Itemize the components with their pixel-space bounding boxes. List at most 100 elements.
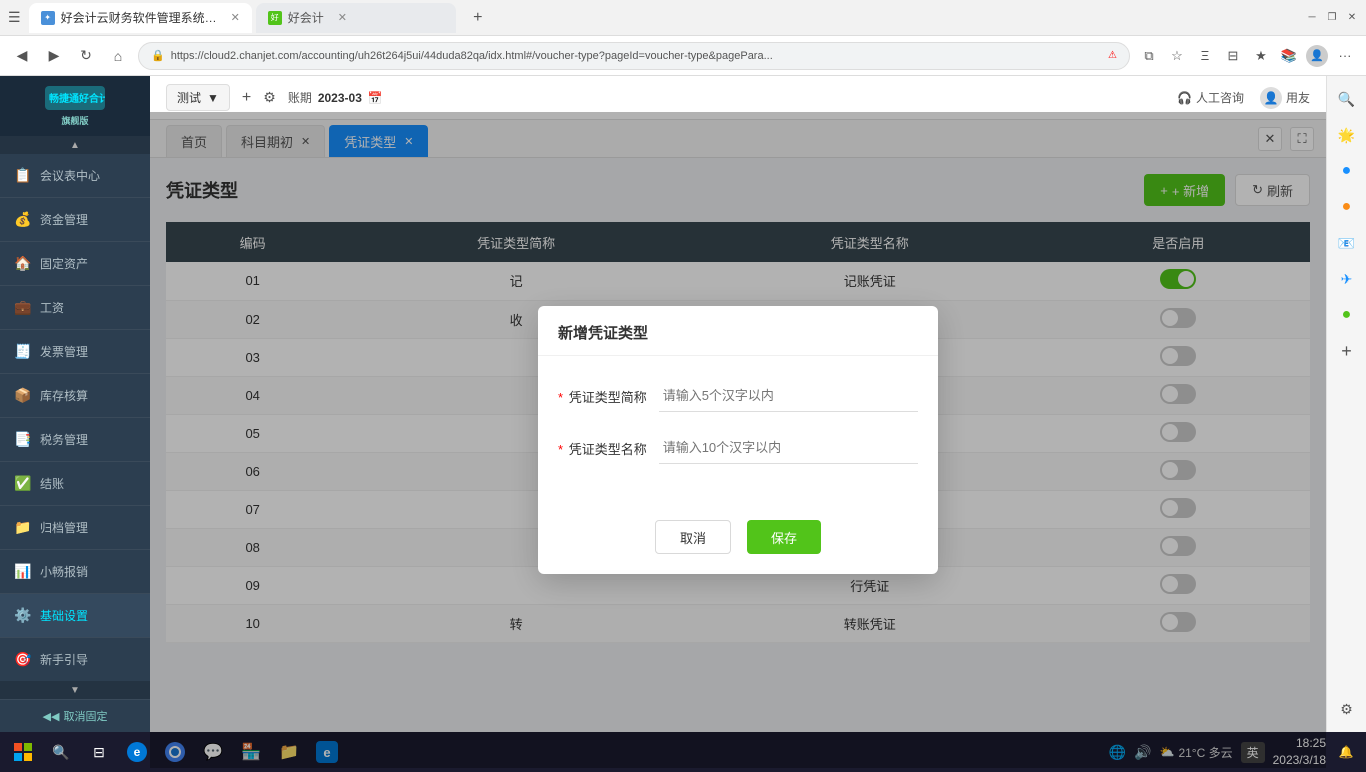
add-company-button[interactable]: + [242, 89, 251, 107]
right-green-icon[interactable]: ● [1332, 300, 1362, 330]
sidebar-item-label-guide: 新手引导 [40, 651, 88, 668]
sidebar-item-checkout[interactable]: ✅ 结账 [0, 462, 150, 506]
voucher-short-name-input[interactable] [659, 380, 918, 412]
required-mark-name: * [558, 442, 563, 457]
assets-icon: 🏠 [14, 255, 32, 273]
sidebar-scroll-down[interactable]: ▼ [0, 681, 150, 699]
minimize-button[interactable]: ─ [1306, 12, 1318, 24]
period-value: 2023-03 [318, 91, 362, 105]
guide-icon: 🎯 [14, 651, 32, 669]
sidebar-item-archive[interactable]: 📁 归档管理 [0, 506, 150, 550]
modal-cancel-button[interactable]: 取消 [655, 520, 731, 554]
required-mark-short: * [558, 390, 563, 405]
calendar-icon[interactable]: 📅 [368, 91, 383, 105]
tax-icon: 📑 [14, 431, 32, 449]
reading-view-icon[interactable]: Ξ [1194, 45, 1216, 67]
reports-icon: 📋 [14, 167, 32, 185]
new-tab-button[interactable]: + [464, 4, 492, 32]
browser-menu-icon[interactable]: ☰ [8, 9, 21, 26]
extensions-icon[interactable]: ⧉ [1138, 45, 1160, 67]
more-menu-icon[interactable]: ··· [1334, 45, 1356, 67]
sidebar-item-label-inventory: 库存核算 [40, 387, 88, 404]
logo-edition: 旗舰版 [61, 114, 88, 127]
collections-icon[interactable]: 📚 [1278, 45, 1300, 67]
right-search-icon[interactable]: 🔍 [1332, 84, 1362, 114]
logo-icon: 畅捷通好合计 [45, 86, 105, 110]
nav-home-button[interactable]: ⌂ [106, 44, 130, 68]
tab-label-1: 好会计 [288, 9, 324, 26]
nav-forward-button[interactable]: ▶ [42, 44, 66, 68]
sidebar-item-salary[interactable]: 💼 工资 [0, 286, 150, 330]
lock-icon: 🔒 [151, 49, 165, 62]
address-text: https://cloud2.chanjet.com/accounting/uh… [171, 50, 773, 62]
cancel-fixed-button[interactable]: ◀◀ 取消固定 [43, 708, 108, 724]
voucher-full-name-input[interactable] [659, 432, 918, 464]
sidebar-item-invoice[interactable]: 🧾 发票管理 [0, 330, 150, 374]
nav-back-button[interactable]: ◀ [10, 44, 34, 68]
restore-button[interactable]: ❐ [1326, 12, 1338, 24]
sidebar-item-funds[interactable]: 💰 资金管理 [0, 198, 150, 242]
tab-close-1[interactable]: ✕ [338, 11, 347, 24]
save-label: 保存 [771, 531, 797, 546]
tab-close-0[interactable]: ✕ [231, 11, 240, 24]
taskbar-search-icon[interactable]: 🔍 [46, 737, 76, 767]
fav-icon[interactable]: ★ [1250, 45, 1272, 67]
sidebar-menu: 📋 会议表中心 💰 资金管理 🏠 固定资产 💼 工资 🧾 发票管理 📦 [0, 154, 150, 681]
modal-body: * 凭证类型简称 * 凭证类型名称 [538, 356, 938, 508]
sidebar-item-label-tax: 税务管理 [40, 431, 88, 448]
bookmark-icon[interactable]: ☆ [1166, 45, 1188, 67]
taskbar-app-edge[interactable]: e [122, 737, 152, 767]
sidebar-item-settings[interactable]: ⚙️ 基础设置 [0, 594, 150, 638]
modal-save-button[interactable]: 保存 [747, 520, 821, 554]
right-star-icon[interactable]: 🌟 [1332, 120, 1362, 150]
form-row-short: * 凭证类型简称 [558, 380, 918, 412]
right-settings-icon[interactable]: ⚙ [1332, 694, 1362, 724]
address-bar: ◀ ▶ ↻ ⌂ 🔒 https://cloud2.chanjet.com/acc… [0, 36, 1366, 76]
taskbar-taskview-icon[interactable]: ⊟ [84, 737, 114, 767]
profile-icon[interactable]: 👤 [1306, 45, 1328, 67]
close-button[interactable]: ✕ [1346, 12, 1358, 24]
form-label-short: * 凭证类型简称 [558, 387, 647, 406]
right-add-icon[interactable]: + [1332, 336, 1362, 366]
modal-overlay: 新增凭证类型 * 凭证类型简称 * 凭证类型名称 取消 [150, 112, 1326, 768]
user-info[interactable]: 👤 用友 [1260, 87, 1310, 109]
top-nav-right: 🎧 人工咨询 👤 用友 [1177, 87, 1310, 109]
sidebar-bottom: ◀◀ 取消固定 [0, 699, 150, 732]
browser-tab-1[interactable]: 好 好会计 ✕ [256, 3, 456, 33]
sidebar-item-label-reports: 会议表中心 [40, 167, 100, 184]
user-avatar-icon: 👤 [1260, 87, 1282, 109]
sidebar-item-inventory[interactable]: 📦 库存核算 [0, 374, 150, 418]
address-input-bar[interactable]: 🔒 https://cloud2.chanjet.com/accounting/… [138, 42, 1130, 70]
sidebar-item-tax[interactable]: 📑 税务管理 [0, 418, 150, 462]
right-send-icon[interactable]: ✈ [1332, 264, 1362, 294]
sidebar-item-label-archive: 归档管理 [40, 519, 88, 536]
sidebar-item-assets[interactable]: 🏠 固定资产 [0, 242, 150, 286]
right-circle-icon[interactable]: ● [1332, 156, 1362, 186]
browser-tab-0[interactable]: ✦ 好会计云财务软件管理系统_会计 ✕ [29, 3, 252, 33]
tab-favicon-0: ✦ [41, 11, 55, 25]
start-button[interactable] [8, 737, 38, 767]
user-name: 用友 [1286, 89, 1310, 106]
split-view-icon[interactable]: ⊟ [1222, 45, 1244, 67]
svg-text:e: e [134, 745, 141, 759]
sidebar-scroll-up[interactable]: ▲ [0, 136, 150, 154]
tab-favicon-1: 好 [268, 11, 282, 25]
taskbar-notification-icon[interactable]: 🔔 [1334, 740, 1358, 764]
company-selector[interactable]: 测试 ▼ [166, 84, 230, 111]
consultation-button[interactable]: 🎧 人工咨询 [1177, 89, 1244, 106]
sidebar-item-label-settings: 基础设置 [40, 607, 88, 624]
right-orange-icon[interactable]: ● [1332, 192, 1362, 222]
settings-icon: ⚙️ [14, 607, 32, 625]
modal-header: 新增凭证类型 [538, 306, 938, 356]
consultation-label: 人工咨询 [1196, 89, 1244, 106]
company-settings-icon[interactable]: ⚙ [263, 89, 276, 106]
sidebar-item-expense[interactable]: 📊 小畅报销 [0, 550, 150, 594]
nav-refresh-button[interactable]: ↻ [74, 44, 98, 68]
right-mail-icon[interactable]: 📧 [1332, 228, 1362, 258]
sidebar-item-guide[interactable]: 🎯 新手引导 [0, 638, 150, 681]
sidebar-item-label-assets: 固定资产 [40, 255, 88, 272]
headset-icon: 🎧 [1177, 91, 1192, 105]
checkout-icon: ✅ [14, 475, 32, 493]
sidebar-item-reports[interactable]: 📋 会议表中心 [0, 154, 150, 198]
browser-title-bar: ☰ ✦ 好会计云财务软件管理系统_会计 ✕ 好 好会计 ✕ + ─ ❐ ✕ [0, 0, 1366, 36]
